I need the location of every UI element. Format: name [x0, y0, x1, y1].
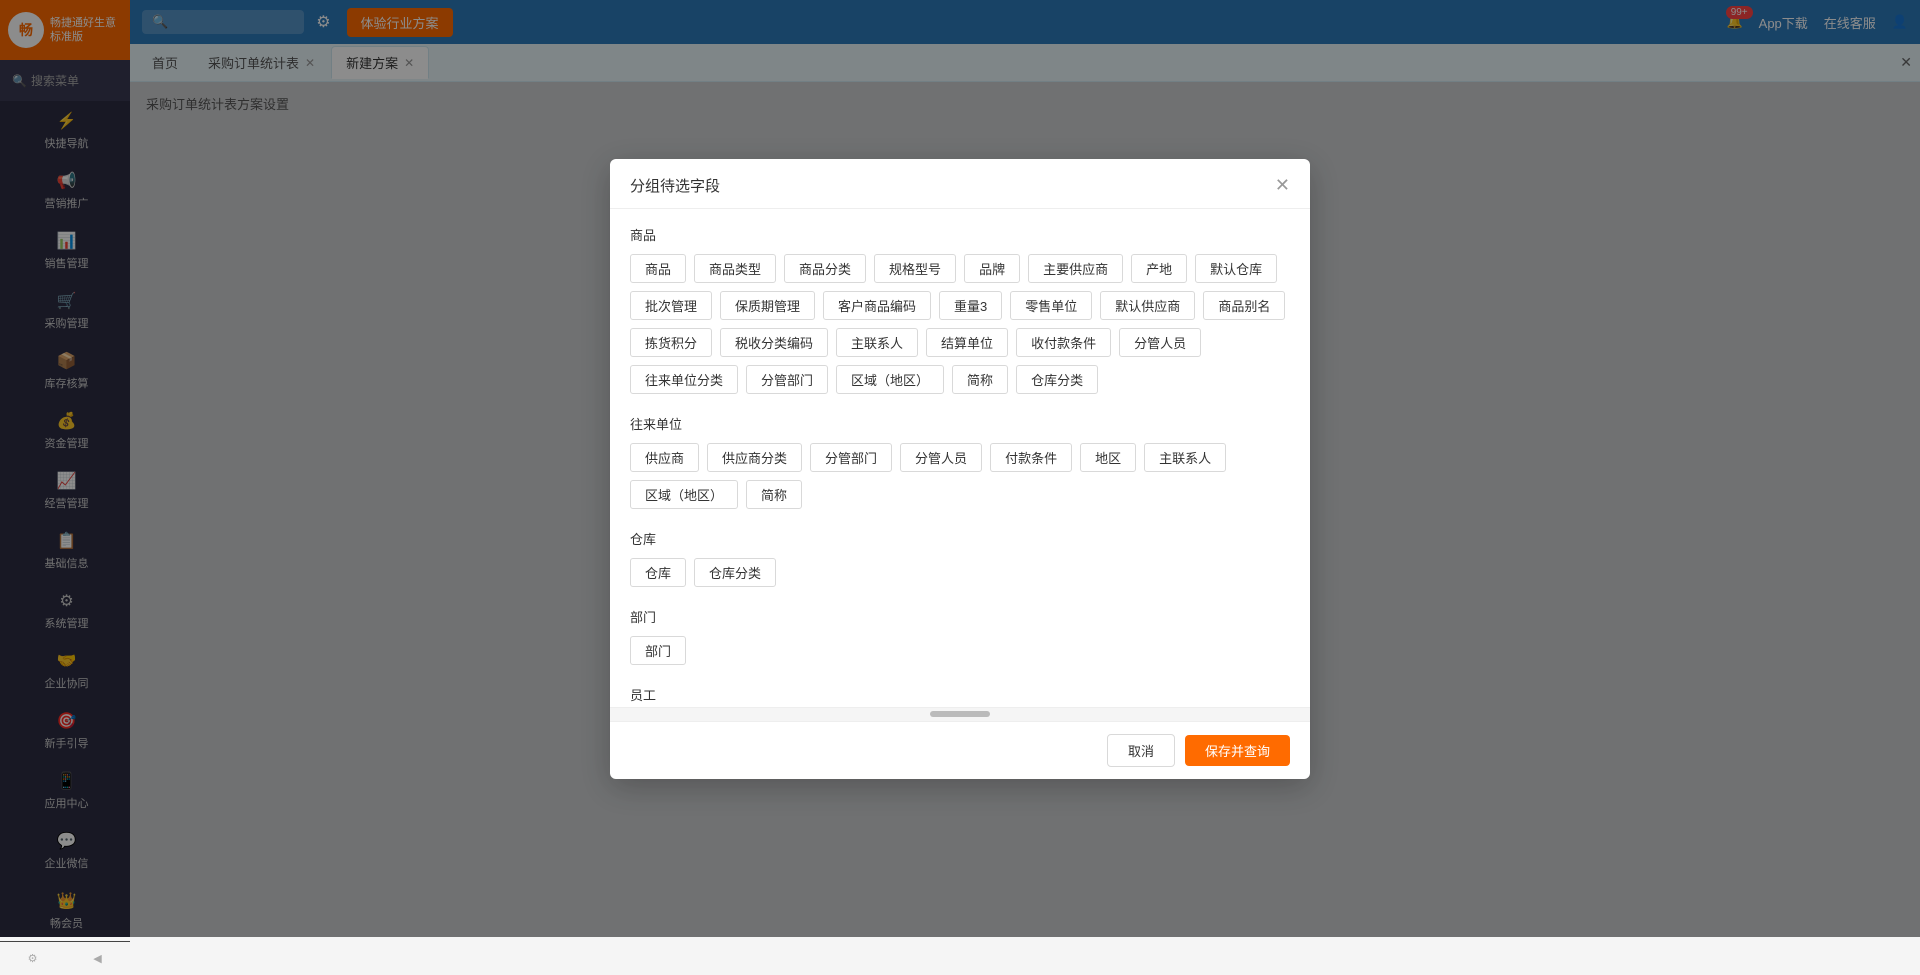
- field-tag[interactable]: 客户商品编码: [823, 291, 931, 320]
- field-group-title-warehouse: 仓库: [630, 529, 1290, 548]
- field-tag[interactable]: 分管人员: [1119, 328, 1201, 357]
- field-tag[interactable]: 部门: [630, 636, 686, 665]
- field-select-modal: 分组待选字段 ✕ 商品商品商品类型商品分类规格型号品牌主要供应商产地默认仓库批次…: [610, 159, 1310, 779]
- field-group-department: 部门部门: [630, 607, 1290, 665]
- field-tag[interactable]: 商品类型: [694, 254, 776, 283]
- field-tag[interactable]: 税收分类编码: [720, 328, 828, 357]
- field-tag[interactable]: 商品分类: [784, 254, 866, 283]
- field-tag[interactable]: 主联系人: [1144, 443, 1226, 472]
- main-content: 🔍 ⚙ 体验行业方案 🔔 99+ App下载 在线客服 👤 首页 采购订单统计表: [130, 0, 1920, 937]
- field-tag[interactable]: 分管部门: [810, 443, 892, 472]
- field-tag[interactable]: 主要供应商: [1028, 254, 1123, 283]
- field-group-title-department: 部门: [630, 607, 1290, 626]
- field-tag[interactable]: 简称: [746, 480, 802, 509]
- field-tag[interactable]: 分管人员: [900, 443, 982, 472]
- modal-title: 分组待选字段: [630, 175, 720, 196]
- field-tag[interactable]: 仓库: [630, 558, 686, 587]
- field-tag[interactable]: 默认仓库: [1195, 254, 1277, 283]
- field-group-title-counterpart: 往来单位: [630, 414, 1290, 433]
- field-group-title-employee: 员工: [630, 685, 1290, 704]
- field-tags-counterpart: 供应商供应商分类分管部门分管人员付款条件地区主联系人区域（地区） 简称: [630, 443, 1290, 509]
- field-group-counterpart: 往来单位供应商供应商分类分管部门分管人员付款条件地区主联系人区域（地区） 简称: [630, 414, 1290, 509]
- modal-footer: 取消 保存并查询: [610, 721, 1310, 779]
- field-tag[interactable]: 简称: [952, 365, 1008, 394]
- field-tag[interactable]: 往来单位分类: [630, 365, 738, 394]
- collapse-icon: ◀: [93, 952, 101, 965]
- modal-horizontal-scrollbar[interactable]: [610, 707, 1310, 721]
- field-tag[interactable]: 分管部门: [746, 365, 828, 394]
- field-tag[interactable]: 商品: [630, 254, 686, 283]
- modal-header: 分组待选字段 ✕: [610, 159, 1310, 209]
- modal-body[interactable]: 商品商品商品类型商品分类规格型号品牌主要供应商产地默认仓库批次管理保质期管理客户…: [610, 209, 1310, 707]
- field-tag[interactable]: 重量3: [939, 291, 1002, 320]
- field-tag[interactable]: 保质期管理: [720, 291, 815, 320]
- sidebar-bottom: ⚙ ◀: [0, 941, 130, 975]
- field-tags-product: 商品商品类型商品分类规格型号品牌主要供应商产地默认仓库批次管理保质期管理客户商品…: [630, 254, 1290, 394]
- modal-overlay: 分组待选字段 ✕ 商品商品商品类型商品分类规格型号品牌主要供应商产地默认仓库批次…: [130, 0, 1920, 937]
- field-tag[interactable]: 主联系人: [836, 328, 918, 357]
- gear-icon: ⚙: [28, 952, 38, 965]
- modal-close-button[interactable]: ✕: [1275, 175, 1290, 196]
- field-tag[interactable]: 产地: [1131, 254, 1187, 283]
- field-tag[interactable]: 付款条件: [990, 443, 1072, 472]
- field-group-warehouse: 仓库仓库仓库分类: [630, 529, 1290, 587]
- field-tag[interactable]: 仓库分类: [1016, 365, 1098, 394]
- field-tag[interactable]: 供应商分类: [707, 443, 802, 472]
- field-tag[interactable]: 供应商: [630, 443, 699, 472]
- field-group-title-product: 商品: [630, 225, 1290, 244]
- field-tag[interactable]: 区域（地区）: [630, 480, 738, 509]
- save-query-button[interactable]: 保存并查询: [1185, 735, 1290, 766]
- field-tags-warehouse: 仓库仓库分类: [630, 558, 1290, 587]
- field-tag[interactable]: 批次管理: [630, 291, 712, 320]
- collapse-button[interactable]: ◀: [65, 942, 130, 975]
- field-tag[interactable]: 结算单位: [926, 328, 1008, 357]
- field-tag[interactable]: 拣货积分: [630, 328, 712, 357]
- field-tag[interactable]: 区域（地区）: [836, 365, 944, 394]
- field-group-product: 商品商品商品类型商品分类规格型号品牌主要供应商产地默认仓库批次管理保质期管理客户…: [630, 225, 1290, 394]
- field-tag[interactable]: 收付款条件: [1016, 328, 1111, 357]
- settings-button[interactable]: ⚙: [0, 942, 65, 975]
- field-tags-department: 部门: [630, 636, 1290, 665]
- cancel-button[interactable]: 取消: [1107, 734, 1175, 767]
- field-tag[interactable]: 地区: [1080, 443, 1136, 472]
- field-tag[interactable]: 仓库分类: [694, 558, 776, 587]
- field-tag[interactable]: 品牌: [964, 254, 1020, 283]
- field-tag[interactable]: 零售单位: [1010, 291, 1092, 320]
- field-tag[interactable]: 默认供应商: [1100, 291, 1195, 320]
- field-group-employee: 员工业务员: [630, 685, 1290, 707]
- field-tag[interactable]: 商品别名: [1203, 291, 1285, 320]
- field-tag[interactable]: 规格型号: [874, 254, 956, 283]
